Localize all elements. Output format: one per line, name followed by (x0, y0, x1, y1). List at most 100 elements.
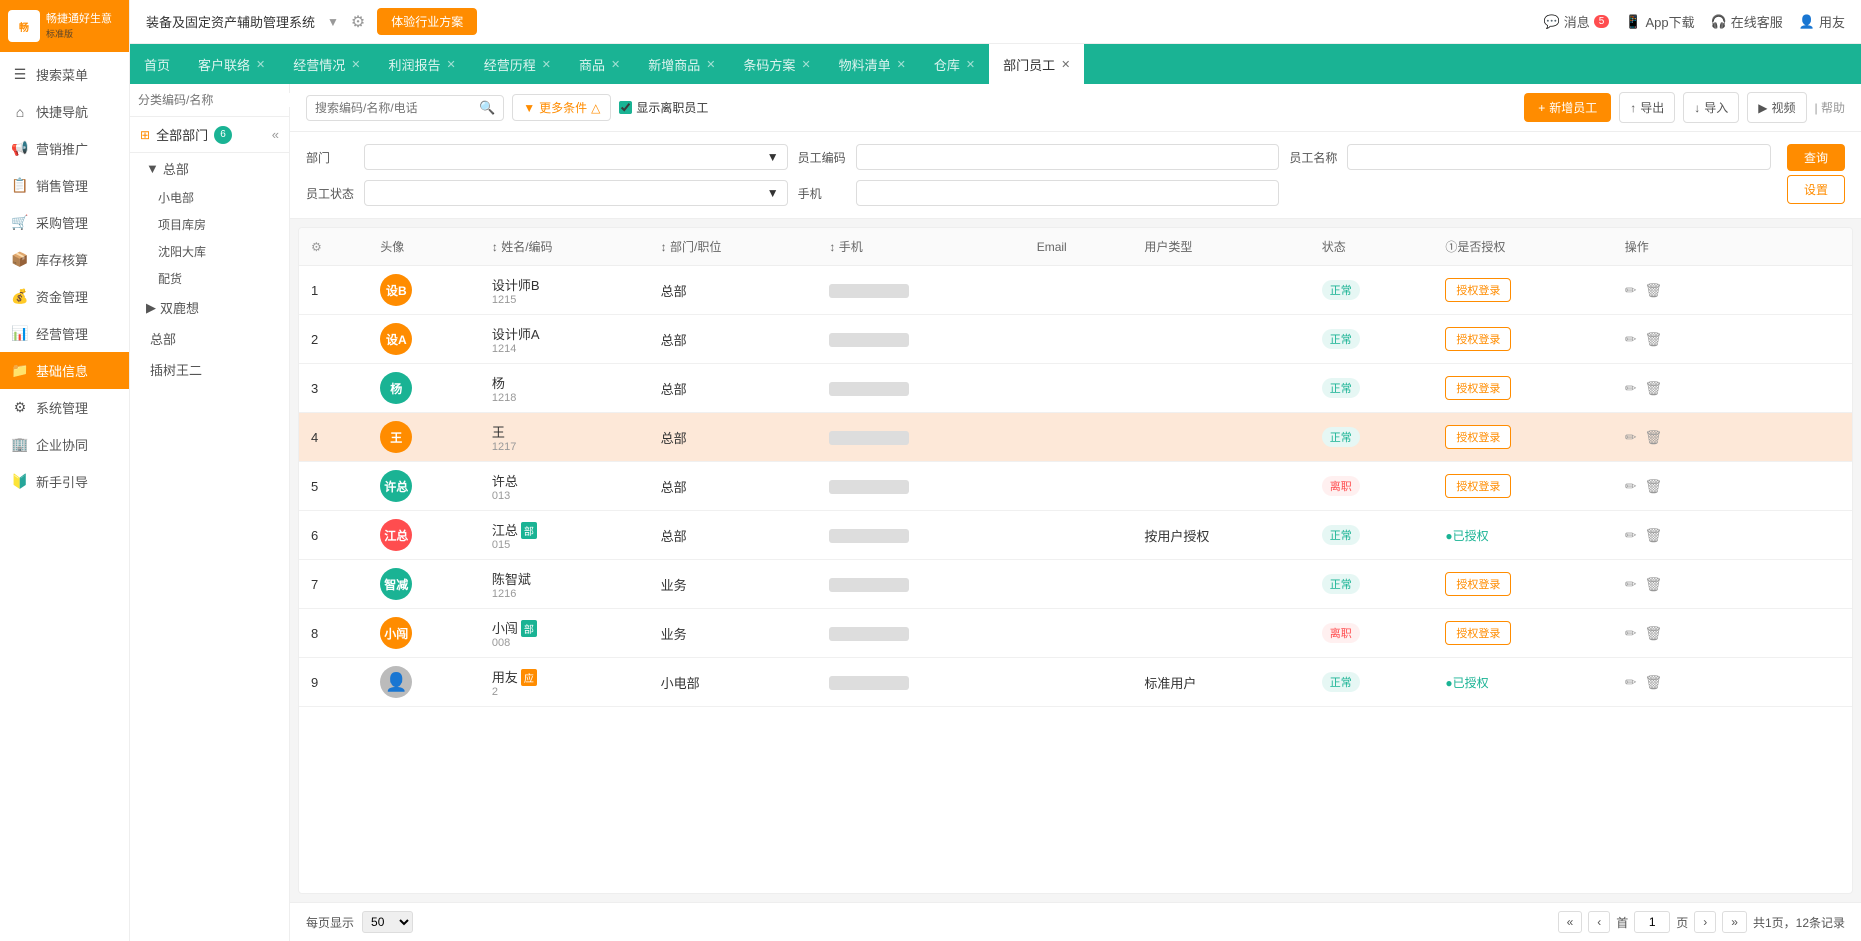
sidebar-item-inventory[interactable]: 📦 库存核算 (0, 241, 129, 278)
export-button[interactable]: ↑ 导出 (1619, 92, 1675, 123)
close-icon[interactable]: ✕ (966, 58, 975, 71)
auth-login-button[interactable]: 授权登录 (1445, 278, 1511, 302)
auth-login-button[interactable]: 授权登录 (1445, 474, 1511, 498)
page-number-input[interactable] (1634, 911, 1670, 933)
sidebar-item-sales[interactable]: 📋 销售管理 (0, 167, 129, 204)
auth-login-button[interactable]: 授权登录 (1445, 327, 1511, 351)
prev-page-button[interactable]: ‹ (1588, 911, 1610, 933)
edit-icon[interactable]: ✏ (1625, 527, 1637, 544)
tree-node-shuanglu[interactable]: ▶ 双鹿想 (130, 292, 289, 323)
tab-process[interactable]: 经营历程✕ (470, 44, 565, 84)
tab-home[interactable]: 首页 (130, 44, 184, 84)
sidebar-item-finance[interactable]: 💰 资金管理 (0, 278, 129, 315)
tab-customer[interactable]: 客户联络✕ (184, 44, 279, 84)
sidebar-item-operation[interactable]: 📊 经营管理 (0, 315, 129, 352)
tab-warehouse[interactable]: 仓库✕ (920, 44, 989, 84)
close-icon[interactable]: ✕ (706, 58, 715, 71)
employee-code-input[interactable] (856, 144, 1280, 170)
message-btn[interactable]: 💬 消息 5 (1544, 12, 1610, 31)
auth-login-button[interactable]: 授权登录 (1445, 376, 1511, 400)
first-page-button[interactable]: « (1558, 911, 1583, 933)
user-btn[interactable]: 👤 用友 (1799, 12, 1845, 31)
online-service-btn[interactable]: 🎧 在线客服 (1711, 12, 1783, 31)
help-btn[interactable]: | 帮助 (1815, 99, 1845, 116)
tree-child-shenyang[interactable]: 沈阳大库 (130, 238, 289, 265)
delete-icon[interactable]: 🗑 (1644, 674, 1662, 691)
last-page-button[interactable]: » (1722, 911, 1747, 933)
sidebar-item-system[interactable]: ⚙ 系统管理 (0, 389, 129, 426)
close-icon[interactable]: ✕ (801, 58, 810, 71)
tree-node-chashuwang[interactable]: 插树王二 (130, 354, 289, 385)
col-phone[interactable]: ↕ 手机 (817, 228, 1024, 266)
import-button[interactable]: ↓ 导入 (1683, 92, 1739, 123)
tree-search-input[interactable] (138, 93, 293, 107)
edit-icon[interactable]: ✏ (1625, 674, 1637, 691)
status-select[interactable]: ▼ (364, 180, 788, 206)
sidebar-item-basic[interactable]: 📁 基础信息 (0, 352, 129, 389)
close-icon[interactable]: ✕ (611, 58, 620, 71)
sidebar-item-nav[interactable]: ⌂ 快捷导航 (0, 93, 129, 130)
edit-icon[interactable]: ✏ (1625, 576, 1637, 593)
edit-icon[interactable]: ✏ (1625, 625, 1637, 642)
tab-operation[interactable]: 经营情况✕ (279, 44, 374, 84)
delete-icon[interactable]: 🗑 (1644, 527, 1662, 544)
edit-icon[interactable]: ✏ (1625, 331, 1637, 348)
edit-icon[interactable]: ✏ (1625, 380, 1637, 397)
delete-icon[interactable]: 🗑 (1644, 576, 1662, 593)
employee-name-input[interactable] (1347, 144, 1771, 170)
edit-icon[interactable]: ✏ (1625, 282, 1637, 299)
auth-login-button[interactable]: 授权登录 (1445, 572, 1511, 596)
set-button[interactable]: 设置 (1787, 175, 1845, 204)
auth-login-button[interactable]: 授权登录 (1445, 621, 1511, 645)
delete-icon[interactable]: 🗑 (1644, 380, 1662, 397)
auth-login-button[interactable]: 授权登录 (1445, 425, 1511, 449)
video-button[interactable]: ▶ 视频 (1747, 92, 1806, 123)
app-download-btn[interactable]: 📱 App下载 (1625, 12, 1694, 31)
edit-icon[interactable]: ✏ (1625, 429, 1637, 446)
delete-icon[interactable]: 🗑 (1644, 282, 1662, 299)
add-employee-button[interactable]: + 新增员工 (1524, 93, 1611, 122)
close-icon[interactable]: ✕ (1061, 58, 1070, 71)
col-setting[interactable]: ⚙ (299, 228, 368, 266)
per-page-select[interactable]: 50 100 (362, 911, 413, 933)
gear-icon[interactable]: ⚙ (351, 12, 365, 32)
delete-icon[interactable]: 🗑 (1644, 429, 1662, 446)
resigned-checkbox-input[interactable] (619, 101, 632, 114)
tree-node-zongbu[interactable]: 总部 (130, 323, 289, 354)
trial-button[interactable]: 体验行业方案 (377, 8, 477, 35)
close-icon[interactable]: ✕ (256, 58, 265, 71)
close-icon[interactable]: ✕ (897, 58, 906, 71)
col-name[interactable]: ↕ 姓名/编码 (480, 228, 649, 266)
collapse-icon[interactable]: « (272, 127, 279, 142)
tree-child-project[interactable]: 项目库房 (130, 211, 289, 238)
tree-child-xiaodibu[interactable]: 小电部 (130, 184, 289, 211)
delete-icon[interactable]: 🗑 (1644, 625, 1662, 642)
employee-search-input[interactable] (315, 101, 475, 115)
delete-icon[interactable]: 🗑 (1644, 478, 1662, 495)
tab-profit[interactable]: 利润报告✕ (374, 44, 469, 84)
close-icon[interactable]: ✕ (542, 58, 551, 71)
tab-barcode[interactable]: 条码方案✕ (729, 44, 824, 84)
more-conditions-btn[interactable]: ▼ 更多条件 △ (512, 94, 611, 121)
settings-icon[interactable]: ⚙ (311, 240, 322, 254)
close-icon[interactable]: ✕ (447, 58, 456, 71)
edit-icon[interactable]: ✏ (1625, 478, 1637, 495)
phone-input[interactable] (856, 180, 1280, 206)
dept-select[interactable]: ▼ (364, 144, 788, 170)
tree-child-peihe[interactable]: 配货 (130, 265, 289, 292)
sidebar-item-marketing[interactable]: 📢 营销推广 (0, 130, 129, 167)
sidebar-item-guide[interactable]: 🔰 新手引导 (0, 463, 129, 500)
tree-node-general[interactable]: ▼ 总部 (130, 153, 289, 184)
tab-goods[interactable]: 商品✕ (565, 44, 634, 84)
sidebar-item-search[interactable]: ☰ 搜索菜单 (0, 56, 129, 93)
close-icon[interactable]: ✕ (351, 58, 360, 71)
tab-material[interactable]: 物料清单✕ (825, 44, 920, 84)
tab-newgoods[interactable]: 新增商品✕ (634, 44, 729, 84)
col-dept[interactable]: ↕ 部门/职位 (649, 228, 818, 266)
next-page-button[interactable]: › (1694, 911, 1716, 933)
delete-icon[interactable]: 🗑 (1644, 331, 1662, 348)
query-button[interactable]: 查询 (1787, 144, 1845, 171)
tab-employee[interactable]: 部门员工✕ (989, 44, 1084, 84)
sidebar-item-purchase[interactable]: 🛒 采购管理 (0, 204, 129, 241)
sidebar-item-company[interactable]: 🏢 企业协同 (0, 426, 129, 463)
